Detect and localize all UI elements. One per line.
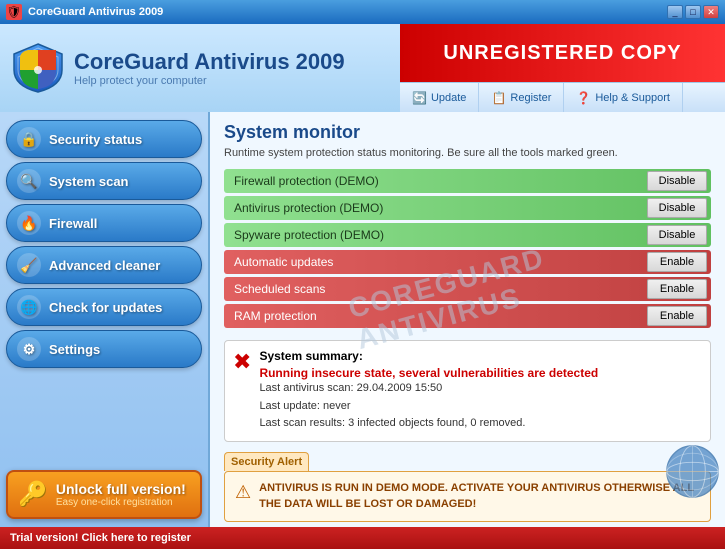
unlock-title: Unlock full version! [56, 481, 186, 497]
nav-register[interactable]: 📋 Register [479, 83, 564, 112]
nav-register-label: Register [510, 92, 551, 104]
sidebar: 🔒 Security status 🔍 System scan 🔥 Firewa… [0, 112, 210, 527]
sidebar-label-settings: Settings [49, 342, 100, 357]
app-title: CoreGuard Antivirus 2009 [74, 49, 345, 75]
status-row-firewall: Firewall protection (DEMO) Disable [224, 169, 711, 193]
nav-bar: 🔄 Update 📋 Register ❓ Help & Support [400, 82, 725, 112]
status-row-spyware: Spyware protection (DEMO) Disable [224, 223, 711, 247]
status-bar[interactable]: Trial version! Click here to register [0, 527, 725, 549]
header: CoreGuard Antivirus 2009 Help protect yo… [0, 24, 725, 112]
status-row-antivirus: Antivirus protection (DEMO) Disable [224, 196, 711, 220]
system-scan-icon: 🔍 [17, 169, 41, 193]
unlock-icon: 🔑 [18, 480, 48, 509]
help-icon: ❓ [576, 91, 591, 105]
register-icon: 📋 [491, 91, 506, 105]
status-row-scheduled: Scheduled scans Enable [224, 277, 711, 301]
status-label-antivirus: Antivirus protection (DEMO) [224, 196, 643, 220]
close-button[interactable]: ✕ [703, 5, 719, 19]
sidebar-spacer [6, 372, 202, 466]
summary-last-scan: Last antivirus scan: 29.04.2009 15:50 [259, 380, 598, 398]
unlock-subtitle: Easy one-click registration [56, 497, 186, 508]
unlock-button[interactable]: 🔑 Unlock full version! Easy one-click re… [6, 470, 202, 519]
security-status-icon: 🔒 [17, 127, 41, 151]
settings-icon: ⚙ [17, 337, 41, 361]
enable-scheduled-button[interactable]: Enable [647, 279, 707, 299]
nav-help[interactable]: ❓ Help & Support [564, 83, 683, 112]
header-brand: CoreGuard Antivirus 2009 Help protect yo… [0, 24, 400, 112]
minimize-button[interactable]: _ [667, 5, 683, 19]
status-label-auto-updates: Automatic updates [224, 250, 643, 274]
check-updates-icon: 🌐 [17, 295, 41, 319]
window-title: CoreGuard Antivirus 2009 [28, 6, 661, 18]
app-icon: 🛡 [6, 4, 22, 20]
sidebar-label-cleaner: Advanced cleaner [49, 258, 160, 273]
status-label-scheduled: Scheduled scans [224, 277, 643, 301]
security-alert-container: Security Alert ⚠ ANTIVIRUS IS RUN IN DEM… [224, 452, 711, 522]
header-right: UNREGISTERED COPY 🔄 Update 📋 Register ❓ … [400, 24, 725, 112]
nav-update-label: Update [431, 92, 466, 104]
status-bar-label: Trial version! Click here to register [10, 532, 191, 544]
logo-shield [12, 42, 64, 94]
alert-header-label: Security Alert [224, 452, 309, 471]
status-label-spyware: Spyware protection (DEMO) [224, 223, 643, 247]
sidebar-item-advanced-cleaner[interactable]: 🧹 Advanced cleaner [6, 246, 202, 284]
disable-spyware-button[interactable]: Disable [647, 225, 707, 245]
disable-firewall-button[interactable]: Disable [647, 171, 707, 191]
status-label-ram: RAM protection [224, 304, 643, 328]
alert-message: ANTIVIRUS IS RUN IN DEMO MODE. ACTIVATE … [259, 480, 700, 513]
alert-icon: ⚠ [235, 482, 251, 503]
sidebar-label-updates: Check for updates [49, 300, 162, 315]
summary-title: System summary: [259, 349, 598, 363]
summary-alert: Running insecure state, several vulnerab… [259, 366, 598, 380]
enable-auto-updates-button[interactable]: Enable [647, 252, 707, 272]
main-area: 🔒 Security status 🔍 System scan 🔥 Firewa… [0, 112, 725, 527]
unregistered-banner: UNREGISTERED COPY [400, 24, 725, 82]
sidebar-item-check-updates[interactable]: 🌐 Check for updates [6, 288, 202, 326]
app-subtitle: Help protect your computer [74, 75, 345, 87]
page-description: Runtime system protection status monitor… [224, 147, 711, 159]
summary-last-update: Last update: never [259, 398, 598, 416]
sidebar-item-system-scan[interactable]: 🔍 System scan [6, 162, 202, 200]
enable-ram-button[interactable]: Enable [647, 306, 707, 326]
window-controls[interactable]: _ □ ✕ [667, 5, 719, 19]
page-title: System monitor [224, 122, 711, 143]
advanced-cleaner-icon: 🧹 [17, 253, 41, 277]
nav-help-label: Help & Support [595, 92, 670, 104]
update-icon: 🔄 [412, 91, 427, 105]
summary-last-results: Last scan results: 3 infected objects fo… [259, 415, 598, 433]
status-row-ram: RAM protection Enable [224, 304, 711, 328]
unlock-text: Unlock full version! Easy one-click regi… [56, 481, 186, 508]
sidebar-item-security-status[interactable]: 🔒 Security status [6, 120, 202, 158]
summary-text: System summary: Running insecure state, … [259, 349, 598, 433]
disable-antivirus-button[interactable]: Disable [647, 198, 707, 218]
maximize-button[interactable]: □ [685, 5, 701, 19]
content-area: System monitor Runtime system protection… [210, 112, 725, 527]
nav-update[interactable]: 🔄 Update [400, 83, 479, 112]
sidebar-label-security: Security status [49, 132, 142, 147]
status-row-auto-updates: Automatic updates Enable [224, 250, 711, 274]
sidebar-item-firewall[interactable]: 🔥 Firewall [6, 204, 202, 242]
sidebar-label-firewall: Firewall [49, 216, 97, 231]
header-text: CoreGuard Antivirus 2009 Help protect yo… [74, 49, 345, 87]
sidebar-label-scan: System scan [49, 174, 129, 189]
warning-icon: ✖ [233, 349, 251, 433]
system-summary: ✖ System summary: Running insecure state… [224, 340, 711, 442]
globe-decoration [665, 444, 720, 499]
status-label-firewall: Firewall protection (DEMO) [224, 169, 643, 193]
sidebar-item-settings[interactable]: ⚙ Settings [6, 330, 202, 368]
status-table: Firewall protection (DEMO) Disable Antiv… [224, 169, 711, 328]
firewall-icon: 🔥 [17, 211, 41, 235]
security-alert-box: ⚠ ANTIVIRUS IS RUN IN DEMO MODE. ACTIVAT… [224, 471, 711, 522]
title-bar: 🛡 CoreGuard Antivirus 2009 _ □ ✕ [0, 0, 725, 24]
